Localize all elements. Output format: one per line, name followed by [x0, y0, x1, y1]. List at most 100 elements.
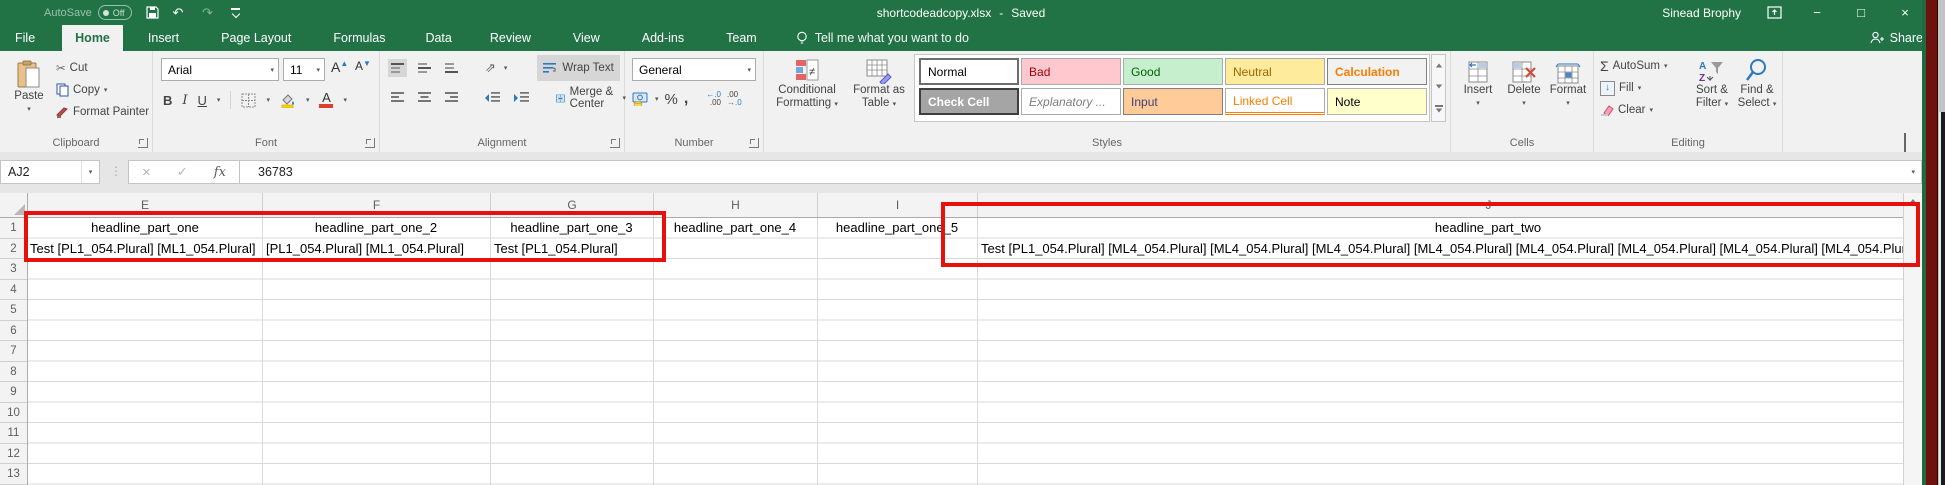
- style-note[interactable]: Note: [1327, 88, 1428, 115]
- clear-button[interactable]: Clear ▾: [1600, 99, 1667, 121]
- collapse-ribbon-button[interactable]: [1904, 133, 1906, 153]
- bold-button[interactable]: B: [163, 93, 172, 108]
- tab-insert[interactable]: Insert: [135, 25, 192, 51]
- row-header-2[interactable]: 2: [0, 239, 27, 259]
- alignment-dialog-launcher[interactable]: [610, 138, 620, 148]
- column-header-F[interactable]: F: [262, 193, 490, 217]
- style-explanatory[interactable]: Explanatory ...: [1021, 88, 1122, 115]
- formula-bar-expand-icon[interactable]: ▾: [1911, 168, 1921, 176]
- font-size-select[interactable]: 11 ▾: [283, 58, 325, 81]
- sheet-grid[interactable]: headline_part_one headline_part_one_2 he…: [28, 218, 1903, 485]
- borders-icon[interactable]: [241, 93, 256, 108]
- close-button[interactable]: ×: [1896, 5, 1914, 20]
- underline-button[interactable]: U: [198, 93, 207, 108]
- redo-button[interactable]: ↷ ▾: [202, 5, 217, 21]
- autosave-toggle[interactable]: AutoSave Off: [44, 5, 132, 20]
- tell-me-box[interactable]: Tell me what you want to do: [796, 25, 969, 51]
- name-box[interactable]: AJ2 ▾: [0, 160, 100, 184]
- row-header-1[interactable]: 1: [0, 218, 27, 239]
- sort-filter-button[interactable]: AZ Sort & Filter ▾: [1690, 53, 1734, 111]
- percent-style-button[interactable]: %: [665, 91, 678, 108]
- style-bad[interactable]: Bad: [1021, 58, 1122, 85]
- customize-quick-access-button[interactable]: [231, 8, 241, 19]
- row-header-5[interactable]: 5: [0, 300, 27, 321]
- select-all-button[interactable]: [0, 193, 28, 218]
- italic-button[interactable]: I: [182, 93, 187, 108]
- cut-button[interactable]: ✂ Cut: [56, 57, 149, 79]
- tab-add-ins[interactable]: Add-ins: [629, 25, 697, 51]
- row-header-11[interactable]: 11: [0, 423, 27, 444]
- column-header-E[interactable]: E: [28, 193, 262, 217]
- wrap-text-button[interactable]: Wrap Text: [537, 55, 620, 81]
- tab-file[interactable]: File: [2, 25, 48, 51]
- share-button[interactable]: Share: [1869, 25, 1923, 51]
- autosave-pill[interactable]: Off: [97, 5, 132, 20]
- tab-review[interactable]: Review: [477, 25, 544, 51]
- fill-color-button[interactable]: [280, 93, 296, 108]
- column-header-I[interactable]: I: [817, 193, 977, 217]
- cell-G1[interactable]: headline_part_one_3: [490, 218, 653, 239]
- decrease-indent-button[interactable]: [482, 89, 503, 107]
- row-header-6[interactable]: 6: [0, 321, 27, 341]
- accounting-format-button[interactable]: [632, 92, 649, 106]
- tab-page-layout[interactable]: Page Layout: [208, 25, 304, 51]
- align-center-button[interactable]: [415, 89, 434, 107]
- save-button[interactable]: [145, 6, 159, 19]
- column-header-J[interactable]: J: [977, 193, 1903, 217]
- copy-button[interactable]: Copy ▾: [56, 79, 149, 101]
- undo-button[interactable]: ↶ ▾: [173, 5, 188, 21]
- increase-decimal-button[interactable]: ←.0 .00: [706, 91, 721, 107]
- row-header-13[interactable]: 13: [0, 464, 27, 485]
- row-header-12[interactable]: 12: [0, 444, 27, 464]
- gallery-more-button[interactable]: [1434, 105, 1443, 113]
- formula-input[interactable]: 36783 ▾: [239, 160, 1922, 184]
- clipboard-dialog-launcher[interactable]: [138, 138, 148, 148]
- comma-style-button[interactable]: ,: [684, 90, 688, 108]
- style-check-cell[interactable]: Check Cell: [919, 88, 1020, 115]
- insert-cells-button[interactable]: Insert ▾: [1457, 55, 1499, 110]
- number-format-select[interactable]: General ▾: [632, 58, 756, 81]
- gallery-scroll-up-button[interactable]: [1435, 63, 1442, 68]
- insert-function-button[interactable]: fx: [214, 165, 226, 180]
- scroll-up-icon[interactable]: [1909, 199, 1917, 204]
- cell-G2[interactable]: Test [PL1_054.Plural]: [494, 239, 653, 260]
- confirm-entry-button[interactable]: ✓: [177, 164, 188, 180]
- align-right-button[interactable]: [442, 89, 461, 107]
- fill-button[interactable]: ↓ Fill ▾: [1600, 77, 1667, 99]
- shrink-font-button[interactable]: A▼: [355, 59, 371, 73]
- format-as-table-button[interactable]: Format as Table ▾: [848, 53, 910, 111]
- middle-align-button[interactable]: [415, 59, 434, 77]
- cell-F1[interactable]: headline_part_one_2: [262, 218, 490, 239]
- gallery-scroll-down-button[interactable]: [1435, 84, 1442, 89]
- tab-team[interactable]: Team: [713, 25, 770, 51]
- number-dialog-launcher[interactable]: [749, 138, 759, 148]
- font-family-select[interactable]: Arial ▾: [161, 58, 279, 81]
- autosum-button[interactable]: Σ AutoSum ▾: [1600, 55, 1667, 77]
- top-align-button[interactable]: [388, 59, 407, 77]
- tab-data[interactable]: Data: [412, 25, 464, 51]
- format-painter-button[interactable]: Format Painter: [56, 101, 149, 123]
- font-dialog-launcher[interactable]: [365, 138, 375, 148]
- orientation-button[interactable]: ⇗: [485, 60, 496, 76]
- cell-E2[interactable]: Test [PL1_054.Plural] [ML1_054.Plural]: [30, 239, 262, 260]
- tab-view[interactable]: View: [560, 25, 613, 51]
- find-select-button[interactable]: Find & Select ▾: [1734, 53, 1780, 111]
- style-calculation[interactable]: Calculation: [1327, 58, 1428, 85]
- column-header-H[interactable]: H: [653, 193, 817, 217]
- grow-font-button[interactable]: A▲: [331, 59, 348, 75]
- cell-F2[interactable]: [PL1_054.Plural] [ML1_054.Plural]: [266, 239, 490, 260]
- cell-H1[interactable]: headline_part_one_4: [653, 218, 817, 239]
- row-header-8[interactable]: 8: [0, 362, 27, 382]
- style-input[interactable]: Input: [1123, 88, 1224, 115]
- maximize-button[interactable]: □: [1852, 5, 1870, 20]
- column-header-G[interactable]: G: [490, 193, 653, 217]
- tab-home[interactable]: Home: [62, 25, 123, 51]
- vertical-scrollbar[interactable]: [1903, 193, 1922, 485]
- style-normal[interactable]: Normal: [919, 58, 1020, 85]
- merge-and-center-button[interactable]: Merge & Center ▾: [555, 86, 626, 110]
- cell-J2[interactable]: Test [PL1_054.Plural] [ML4_054.Plural] […: [981, 239, 1903, 260]
- style-linked-cell[interactable]: Linked Cell: [1225, 88, 1326, 115]
- increase-indent-button[interactable]: [511, 89, 532, 107]
- format-cells-button[interactable]: Format ▾: [1547, 55, 1589, 110]
- conditional-formatting-button[interactable]: ≠ Conditional Formatting ▾: [768, 53, 846, 111]
